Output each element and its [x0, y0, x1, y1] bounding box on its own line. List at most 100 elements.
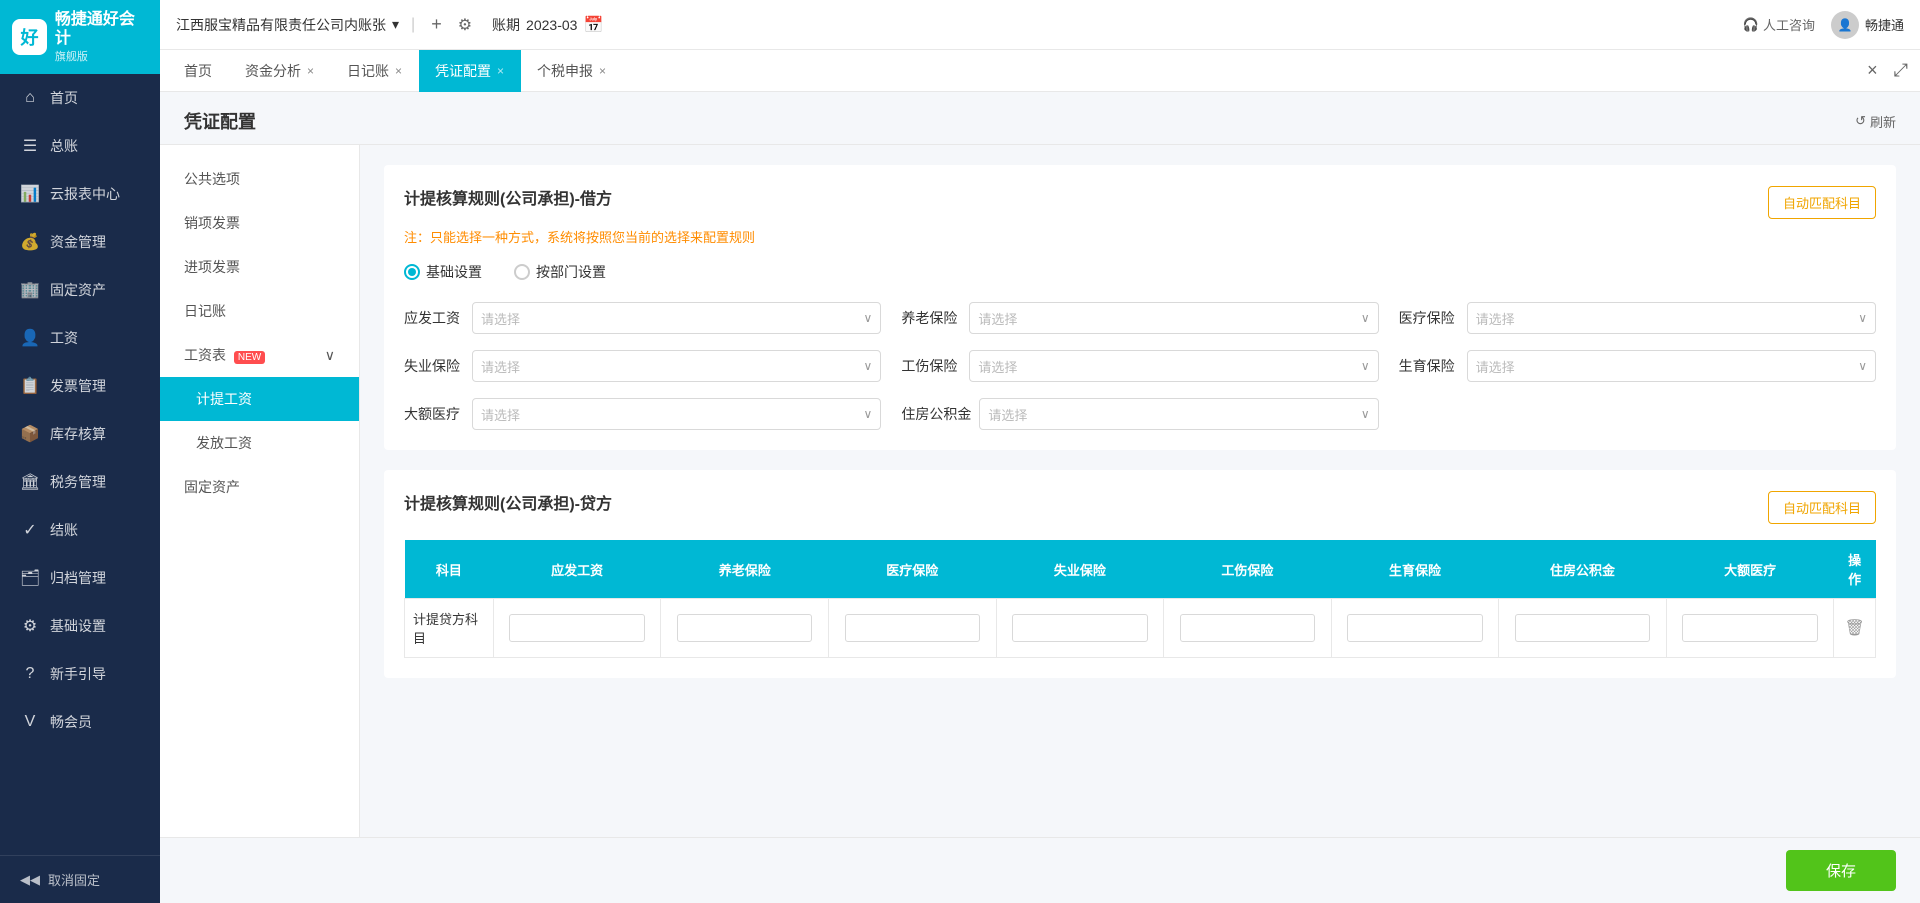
th-medical: 医疗保险 — [829, 540, 997, 599]
nav-journal[interactable]: 日记账 — [160, 289, 359, 333]
form-item-housing: 住房公积金 请选择 ∨ — [901, 398, 1378, 430]
sidebar-pin-toggle[interactable]: ◀◀ 取消固定 — [0, 855, 160, 903]
select-unemployment-placeholder: 请选择 — [481, 357, 520, 376]
tab-home[interactable]: 首页 — [168, 50, 229, 92]
input-medical[interactable] — [845, 614, 981, 642]
cell-injury[interactable] — [1164, 599, 1332, 658]
select-pension[interactable]: 请选择 ∨ — [969, 302, 1378, 334]
nav-payroll-group[interactable]: 工资表 NEW ∨ — [160, 333, 359, 377]
tab-voucher-close[interactable]: × — [497, 64, 504, 78]
sidebar-item-settings[interactable]: ⚙ 基础设置 — [0, 602, 160, 650]
input-maternity[interactable] — [1347, 614, 1483, 642]
pin-icon: ◀◀ — [20, 872, 40, 888]
tab-tax-label: 个税申报 — [537, 61, 593, 81]
support-button[interactable]: 🎧 人工咨询 — [1743, 15, 1815, 34]
company-dropdown-icon: ▾ — [392, 16, 399, 33]
tab-fund[interactable]: 资金分析 × — [229, 50, 331, 92]
cell-pension[interactable] — [661, 599, 829, 658]
sidebar-item-guide[interactable]: ? 新手引导 — [0, 650, 160, 698]
cell-housing[interactable] — [1499, 599, 1667, 658]
expand-button[interactable]: ⤢ — [1890, 56, 1912, 85]
nav-sales[interactable]: 销项发票 — [160, 201, 359, 245]
cell-large-medical[interactable] — [1666, 599, 1834, 658]
sidebar-item-home[interactable]: ⌂ 首页 — [0, 74, 160, 122]
tab-tax[interactable]: 个税申报 × — [521, 50, 623, 92]
radio-basic[interactable]: 基础设置 — [404, 262, 482, 282]
select-unemployment[interactable]: 请选择 ∨ — [472, 350, 881, 382]
sidebar-item-invoice[interactable]: 📋 发票管理 — [0, 362, 160, 410]
support-label: 人工咨询 — [1763, 15, 1815, 34]
delete-row-button[interactable]: 🗑 — [1845, 618, 1865, 638]
add-company-button[interactable]: + — [427, 14, 446, 35]
form-item-injury: 工伤保险 请选择 ∨ — [901, 350, 1378, 382]
auto-match-debit-button[interactable]: 自动匹配科目 — [1768, 186, 1876, 219]
select-salary[interactable]: 请选择 ∨ — [472, 302, 881, 334]
cell-salary[interactable] — [493, 599, 661, 658]
cell-medical[interactable] — [829, 599, 997, 658]
topbar-settings-icon[interactable]: ⚙ — [458, 15, 472, 35]
sidebar-label-settings: 基础设置 — [50, 616, 106, 636]
cell-action: 🗑 — [1834, 599, 1876, 658]
nav-pay-payroll[interactable]: 发放工资 — [160, 421, 359, 465]
refresh-button[interactable]: ↺ 刷新 — [1855, 112, 1896, 131]
closing-icon: ✓ — [20, 520, 40, 540]
auto-match-credit-button[interactable]: 自动匹配科目 — [1768, 491, 1876, 524]
sidebar-item-tax[interactable]: 🏛 税务管理 — [0, 458, 160, 506]
page-content: 凭证配置 ↺ 刷新 公共选项 销项发票 进项发票 日记账 — [160, 92, 1920, 903]
table-row: 计提贷方科目 🗑 — [405, 599, 1876, 658]
select-medical[interactable]: 请选择 ∨ — [1467, 302, 1876, 334]
input-salary[interactable] — [509, 614, 645, 642]
sidebar-item-ledger[interactable]: ☰ 总账 — [0, 122, 160, 170]
company-selector[interactable]: 江西服宝精品有限责任公司内账张 ▾ — [176, 15, 399, 35]
th-pension: 养老保险 — [661, 540, 829, 599]
radio-department-circle — [514, 264, 530, 280]
tab-tax-close[interactable]: × — [599, 64, 606, 78]
sidebar-item-assets[interactable]: 🏢 固定资产 — [0, 266, 160, 314]
th-maternity: 生育保险 — [1331, 540, 1499, 599]
close-all-button[interactable]: × — [1863, 56, 1882, 85]
label-maternity: 生育保险 — [1399, 356, 1459, 376]
sidebar-label-payroll: 工资 — [50, 328, 78, 348]
sidebar-item-closing[interactable]: ✓ 结账 — [0, 506, 160, 554]
input-housing[interactable] — [1515, 614, 1651, 642]
nav-calc-payroll-label: 计提工资 — [196, 391, 252, 407]
tab-voucher[interactable]: 凭证配置 × — [419, 50, 521, 92]
cell-maternity[interactable] — [1331, 599, 1499, 658]
radio-department[interactable]: 按部门设置 — [514, 262, 606, 282]
nav-fixed-assets[interactable]: 固定资产 — [160, 465, 359, 509]
select-injury-placeholder: 请选择 — [978, 357, 1017, 376]
nav-purchase[interactable]: 进项发票 — [160, 245, 359, 289]
input-large-medical[interactable] — [1682, 614, 1818, 642]
tab-fund-close[interactable]: × — [307, 64, 314, 78]
sidebar-logo[interactable]: 好 畅捷通好会计 旗舰版 — [0, 0, 160, 74]
user-menu[interactable]: 👤 畅捷通 — [1831, 11, 1904, 39]
sidebar-item-payroll[interactable]: 👤 工资 — [0, 314, 160, 362]
select-maternity[interactable]: 请选择 ∨ — [1467, 350, 1876, 382]
select-injury[interactable]: 请选择 ∨ — [969, 350, 1378, 382]
radio-group: 基础设置 按部门设置 — [404, 262, 1876, 282]
app-name: 畅捷通好会计 — [55, 10, 148, 48]
input-injury[interactable] — [1180, 614, 1316, 642]
section-debit-title: 计提核算规则(公司承担)-借方 — [404, 185, 612, 209]
period-selector[interactable]: 账期 2023-03 📅 — [492, 15, 603, 35]
nav-calc-payroll[interactable]: 计提工资 — [160, 377, 359, 421]
sidebar-item-reports[interactable]: 📊 云报表中心 — [0, 170, 160, 218]
cell-unemployment[interactable] — [996, 599, 1164, 658]
save-button[interactable]: 保存 — [1786, 850, 1896, 891]
input-unemployment[interactable] — [1012, 614, 1148, 642]
tab-journal-close[interactable]: × — [395, 64, 402, 78]
sidebar-item-archive[interactable]: 🗂 归档管理 — [0, 554, 160, 602]
tab-fund-label: 资金分析 — [245, 61, 301, 81]
tabbar-actions: × ⤢ — [1863, 56, 1912, 85]
tabbar: 首页 资金分析 × 日记账 × 凭证配置 × 个税申报 × × ⤢ — [160, 50, 1920, 92]
sidebar: 好 畅捷通好会计 旗舰版 ⌂ 首页 ☰ 总账 📊 云报表中心 💰 资金管理 🏢 … — [0, 0, 160, 903]
sidebar-item-member[interactable]: V 畅会员 — [0, 698, 160, 746]
sidebar-item-inventory[interactable]: 📦 库存核算 — [0, 410, 160, 458]
select-large-medical[interactable]: 请选择 ∨ — [472, 398, 881, 430]
sidebar-item-funds[interactable]: 💰 资金管理 — [0, 218, 160, 266]
label-injury: 工伤保险 — [901, 356, 961, 376]
select-housing[interactable]: 请选择 ∨ — [979, 398, 1378, 430]
input-pension[interactable] — [677, 614, 813, 642]
tab-journal[interactable]: 日记账 × — [331, 50, 419, 92]
nav-public[interactable]: 公共选项 — [160, 157, 359, 201]
